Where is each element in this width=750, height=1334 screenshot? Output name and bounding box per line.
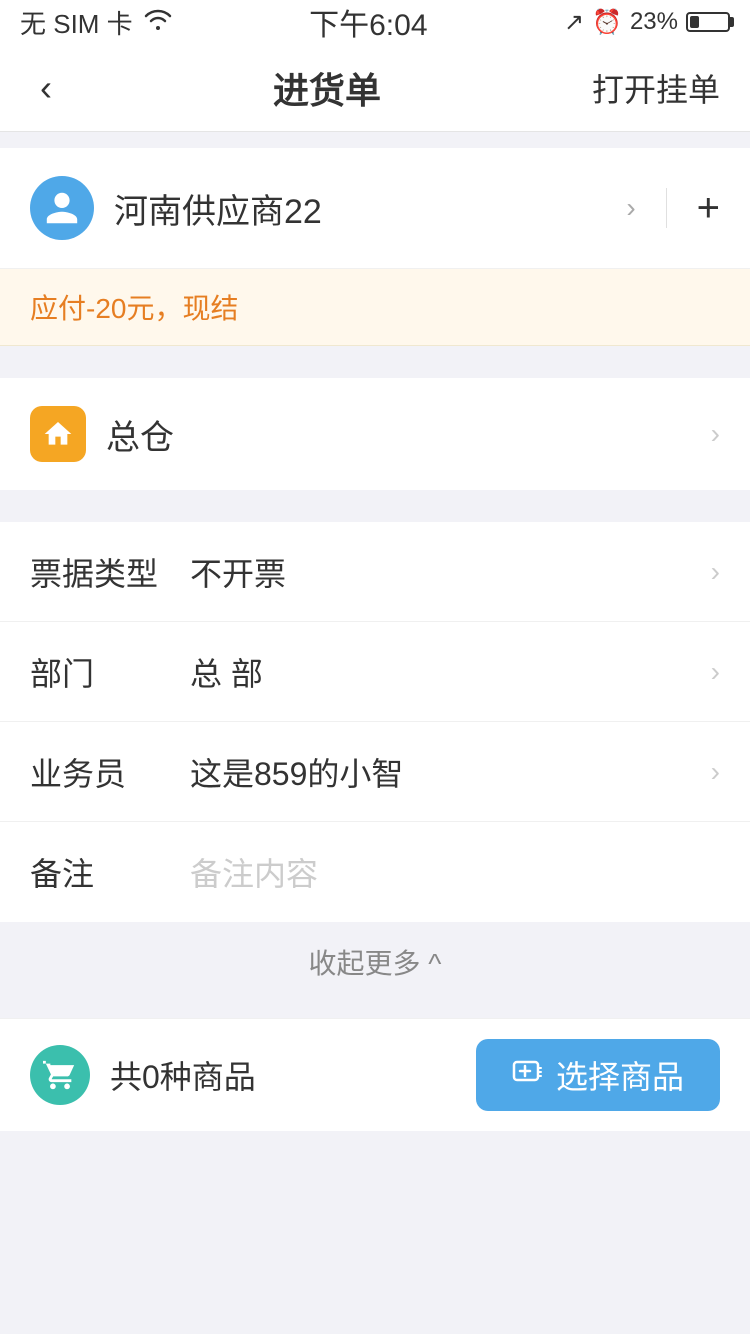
sales-row[interactable]: 业务员 这是859的小智 › bbox=[0, 722, 750, 822]
supplier-name: 河南供应商22 bbox=[114, 184, 626, 233]
supplier-avatar bbox=[30, 176, 94, 240]
notice-banner: 应付-20元，现结 bbox=[0, 269, 750, 346]
collapse-row[interactable]: 收起更多 ^ bbox=[0, 922, 750, 1002]
status-bar: 无 SIM 卡 下午6:04 ↗ ⏰ 23% bbox=[0, 0, 750, 44]
invoice-value: 不开票 bbox=[170, 549, 711, 595]
product-count: 共0种商品 bbox=[110, 1052, 476, 1098]
cart-icon bbox=[43, 1058, 77, 1092]
section-gap-warehouse bbox=[0, 362, 750, 378]
section-gap-form bbox=[0, 506, 750, 522]
invoice-row[interactable]: 票据类型 不开票 › bbox=[0, 522, 750, 622]
collapse-label: 收起更多 ^ bbox=[309, 942, 442, 982]
supplier-card: 河南供应商22 › + 应付-20元，现结 bbox=[0, 148, 750, 346]
alarm-icon: ⏰ bbox=[592, 8, 622, 37]
warehouse-card[interactable]: 总仓 › bbox=[0, 378, 750, 490]
page-title: 进货单 bbox=[273, 62, 381, 114]
sales-chevron-icon: › bbox=[711, 756, 720, 788]
product-icon bbox=[30, 1045, 90, 1105]
dept-value: 总 部 bbox=[170, 649, 711, 695]
sales-label: 业务员 bbox=[30, 749, 170, 795]
supplier-divider bbox=[666, 188, 667, 228]
warehouse-icon bbox=[30, 406, 86, 462]
warehouse-chevron-icon: › bbox=[711, 418, 720, 450]
status-indicators: ↗ ⏰ 23% bbox=[564, 8, 730, 37]
remark-label: 备注 bbox=[30, 849, 170, 895]
wifi-icon bbox=[143, 8, 173, 36]
main-content: 河南供应商22 › + 应付-20元，现结 总仓 › 票据类型 不开票 › bbox=[0, 132, 750, 1131]
section-gap-bottom bbox=[0, 1002, 750, 1018]
dept-label: 部门 bbox=[30, 649, 170, 695]
section-gap-top bbox=[0, 132, 750, 148]
dept-chevron-icon: › bbox=[711, 656, 720, 688]
carrier-text: 无 SIM 卡 bbox=[20, 4, 133, 41]
invoice-label: 票据类型 bbox=[30, 549, 170, 595]
remark-input[interactable]: 备注内容 bbox=[170, 849, 720, 895]
warehouse-row[interactable]: 总仓 › bbox=[0, 378, 750, 490]
back-button[interactable]: ‹ bbox=[30, 57, 62, 119]
nav-bar: ‹ 进货单 打开挂单 bbox=[0, 44, 750, 132]
status-carrier: 无 SIM 卡 bbox=[20, 4, 173, 41]
form-card: 票据类型 不开票 › 部门 总 部 › 业务员 这是859的小智 › 备注 备注… bbox=[0, 522, 750, 922]
battery-percent: 23% bbox=[630, 8, 678, 36]
supplier-chevron-icon: › bbox=[626, 192, 635, 224]
invoice-chevron-icon: › bbox=[711, 556, 720, 588]
location-icon: ↗ bbox=[564, 8, 584, 37]
remark-row[interactable]: 备注 备注内容 bbox=[0, 822, 750, 922]
add-supplier-button[interactable]: + bbox=[697, 186, 720, 231]
user-icon bbox=[43, 189, 81, 227]
open-pending-button[interactable]: 打开挂单 bbox=[592, 65, 720, 111]
select-product-label: 选择商品 bbox=[556, 1052, 684, 1098]
select-product-icon bbox=[512, 1058, 544, 1093]
dept-row[interactable]: 部门 总 部 › bbox=[0, 622, 750, 722]
battery-icon bbox=[686, 12, 730, 32]
status-time: 下午6:04 bbox=[309, 0, 427, 44]
sales-value: 这是859的小智 bbox=[170, 749, 711, 795]
supplier-row[interactable]: 河南供应商22 › + bbox=[0, 148, 750, 269]
select-product-button[interactable]: 选择商品 bbox=[476, 1039, 720, 1111]
notice-text: 应付-20元，现结 bbox=[30, 293, 238, 324]
warehouse-name: 总仓 bbox=[106, 410, 711, 459]
bottom-bar: 共0种商品 选择商品 bbox=[0, 1018, 750, 1131]
warehouse-building-icon bbox=[42, 418, 74, 450]
